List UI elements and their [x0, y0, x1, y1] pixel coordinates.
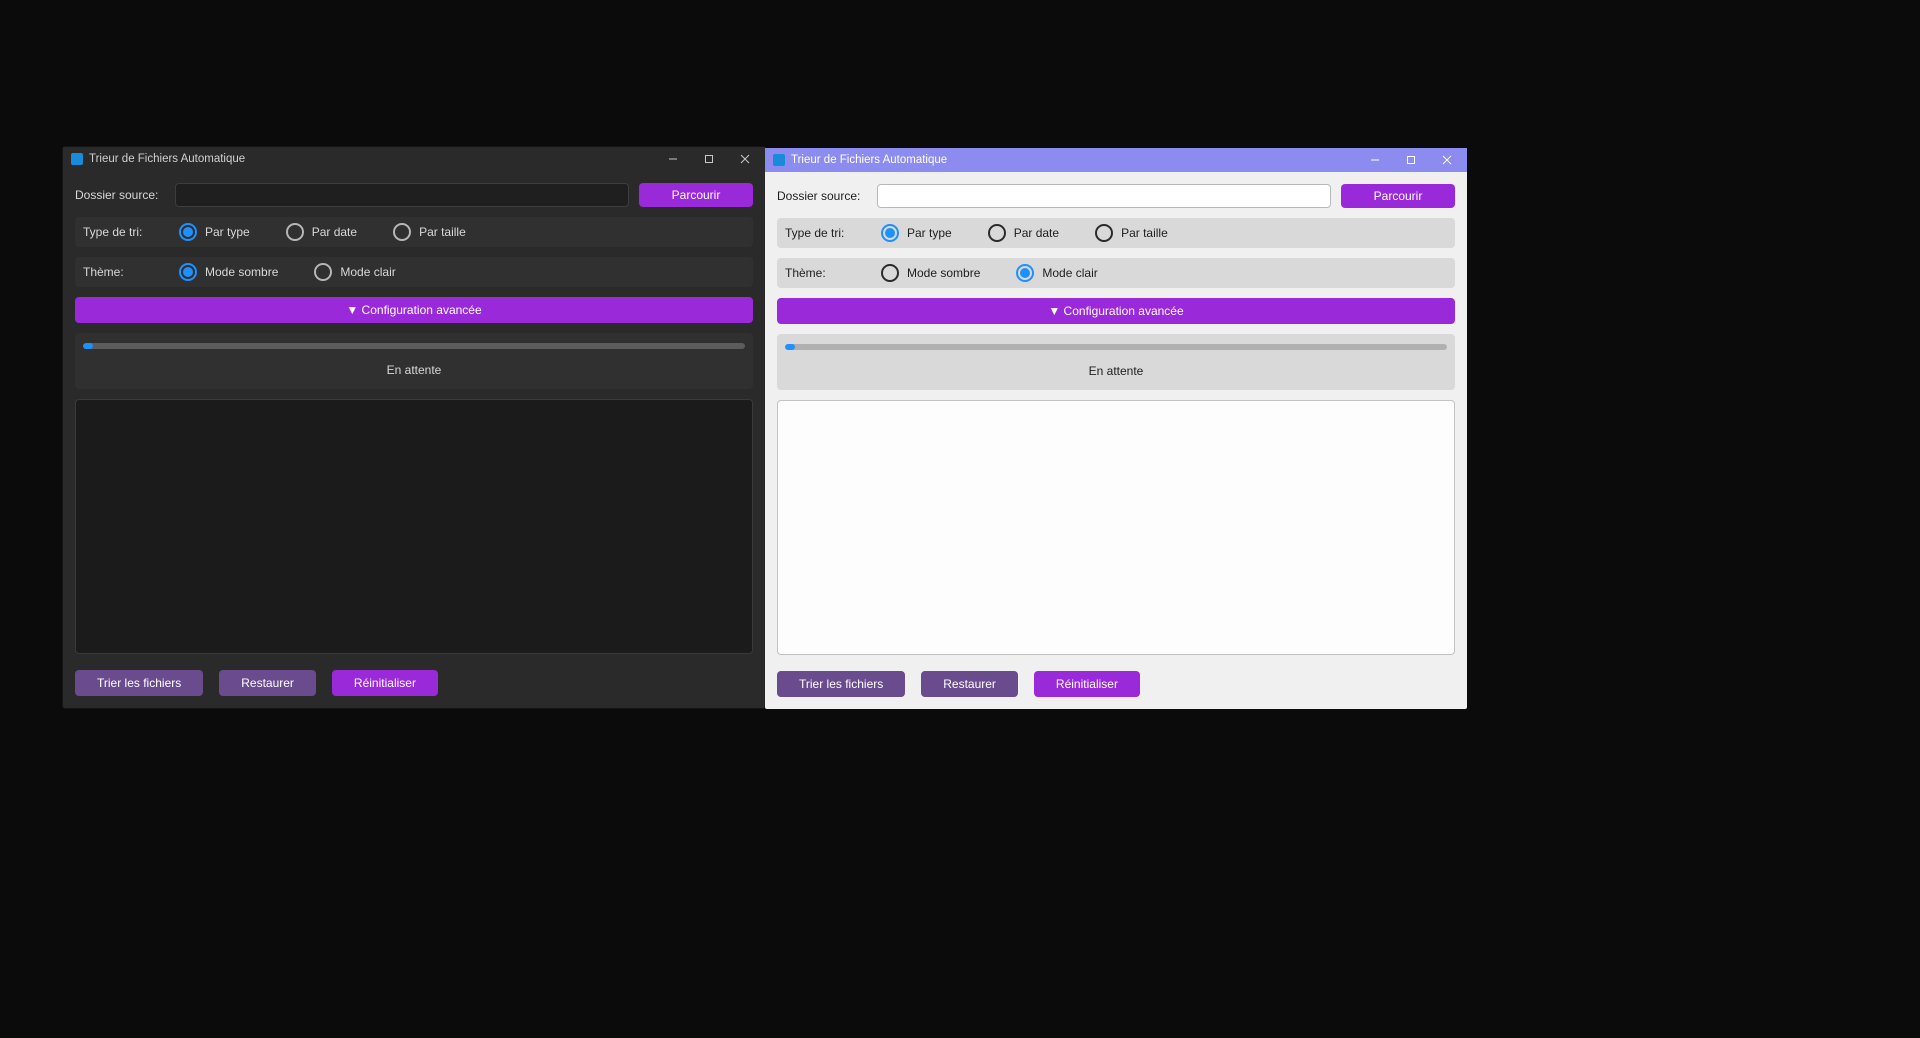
app-window-dark: Trieur de Fichiers Automatique Dossier s…	[63, 147, 765, 708]
source-label: Dossier source:	[777, 189, 867, 203]
close-icon	[1442, 155, 1452, 165]
radio-sort-type[interactable]: Par type	[881, 224, 952, 242]
log-area[interactable]	[777, 400, 1455, 655]
progress-fill	[83, 343, 93, 349]
maximize-icon	[1406, 155, 1416, 165]
maximize-icon	[704, 154, 714, 164]
radio-theme-dark[interactable]: Mode sombre	[179, 263, 278, 281]
radio-sort-date[interactable]: Par date	[286, 223, 357, 241]
close-icon	[740, 154, 750, 164]
sort-files-button[interactable]: Trier les fichiers	[777, 671, 905, 697]
minimize-icon	[1370, 155, 1380, 165]
progress-fill	[785, 344, 795, 350]
status-text: En attente	[785, 364, 1447, 378]
sort-type-block: Type de tri: Par type Par date Par taill…	[777, 218, 1455, 248]
app-window-light: Trieur de Fichiers Automatique Dossier s…	[765, 148, 1467, 709]
radio-theme-light[interactable]: Mode clair	[314, 263, 395, 281]
restore-button[interactable]: Restaurer	[219, 670, 316, 696]
app-icon	[773, 154, 785, 166]
app-icon	[71, 153, 83, 165]
window-title: Trieur de Fichiers Automatique	[89, 153, 245, 165]
reset-button[interactable]: Réinitialiser	[332, 670, 438, 696]
minimize-button[interactable]	[655, 147, 691, 171]
close-button[interactable]	[1429, 148, 1465, 172]
window-content: Dossier source: Parcourir Type de tri: P…	[63, 171, 765, 708]
maximize-button[interactable]	[691, 147, 727, 171]
source-label: Dossier source:	[75, 188, 165, 202]
theme-label: Thème:	[785, 266, 867, 280]
theme-radio-group: Mode sombre Mode clair	[867, 264, 1098, 282]
browse-button[interactable]: Parcourir	[639, 183, 753, 207]
source-row: Dossier source: Parcourir	[75, 183, 753, 207]
close-button[interactable]	[727, 147, 763, 171]
log-area[interactable]	[75, 399, 753, 654]
source-input[interactable]	[877, 184, 1331, 208]
radio-icon	[1095, 224, 1113, 242]
progress-block: En attente	[75, 333, 753, 389]
advanced-config-button[interactable]: ▼ Configuration avancée	[777, 298, 1455, 324]
radio-icon	[881, 264, 899, 282]
radio-icon	[1016, 264, 1034, 282]
radio-icon	[881, 224, 899, 242]
source-row: Dossier source: Parcourir	[777, 184, 1455, 208]
sort-label: Type de tri:	[785, 226, 867, 240]
minimize-icon	[668, 154, 678, 164]
minimize-button[interactable]	[1357, 148, 1393, 172]
radio-sort-type[interactable]: Par type	[179, 223, 250, 241]
titlebar[interactable]: Trieur de Fichiers Automatique	[765, 148, 1467, 172]
progress-block: En attente	[777, 334, 1455, 390]
theme-label: Thème:	[83, 265, 165, 279]
sort-type-block: Type de tri: Par type Par date Par taill…	[75, 217, 753, 247]
sort-radio-group: Par type Par date Par taille	[165, 223, 466, 241]
progress-bar	[83, 343, 745, 349]
progress-bar	[785, 344, 1447, 350]
radio-icon	[286, 223, 304, 241]
sort-radio-group: Par type Par date Par taille	[867, 224, 1168, 242]
action-button-row: Trier les fichiers Restaurer Réinitialis…	[777, 665, 1455, 697]
restore-button[interactable]: Restaurer	[921, 671, 1018, 697]
window-content: Dossier source: Parcourir Type de tri: P…	[765, 172, 1467, 709]
radio-icon	[179, 263, 197, 281]
sort-label: Type de tri:	[83, 225, 165, 239]
radio-theme-light[interactable]: Mode clair	[1016, 264, 1097, 282]
theme-block: Thème: Mode sombre Mode clair	[777, 258, 1455, 288]
radio-sort-size[interactable]: Par taille	[1095, 224, 1168, 242]
browse-button[interactable]: Parcourir	[1341, 184, 1455, 208]
theme-radio-group: Mode sombre Mode clair	[165, 263, 396, 281]
radio-icon	[988, 224, 1006, 242]
titlebar[interactable]: Trieur de Fichiers Automatique	[63, 147, 765, 171]
reset-button[interactable]: Réinitialiser	[1034, 671, 1140, 697]
action-button-row: Trier les fichiers Restaurer Réinitialis…	[75, 664, 753, 696]
advanced-config-button[interactable]: ▼ Configuration avancée	[75, 297, 753, 323]
status-text: En attente	[83, 363, 745, 377]
theme-block: Thème: Mode sombre Mode clair	[75, 257, 753, 287]
radio-sort-size[interactable]: Par taille	[393, 223, 466, 241]
window-title: Trieur de Fichiers Automatique	[791, 154, 947, 166]
maximize-button[interactable]	[1393, 148, 1429, 172]
radio-icon	[314, 263, 332, 281]
radio-sort-date[interactable]: Par date	[988, 224, 1059, 242]
sort-files-button[interactable]: Trier les fichiers	[75, 670, 203, 696]
radio-theme-dark[interactable]: Mode sombre	[881, 264, 980, 282]
source-input[interactable]	[175, 183, 629, 207]
radio-icon	[393, 223, 411, 241]
radio-icon	[179, 223, 197, 241]
